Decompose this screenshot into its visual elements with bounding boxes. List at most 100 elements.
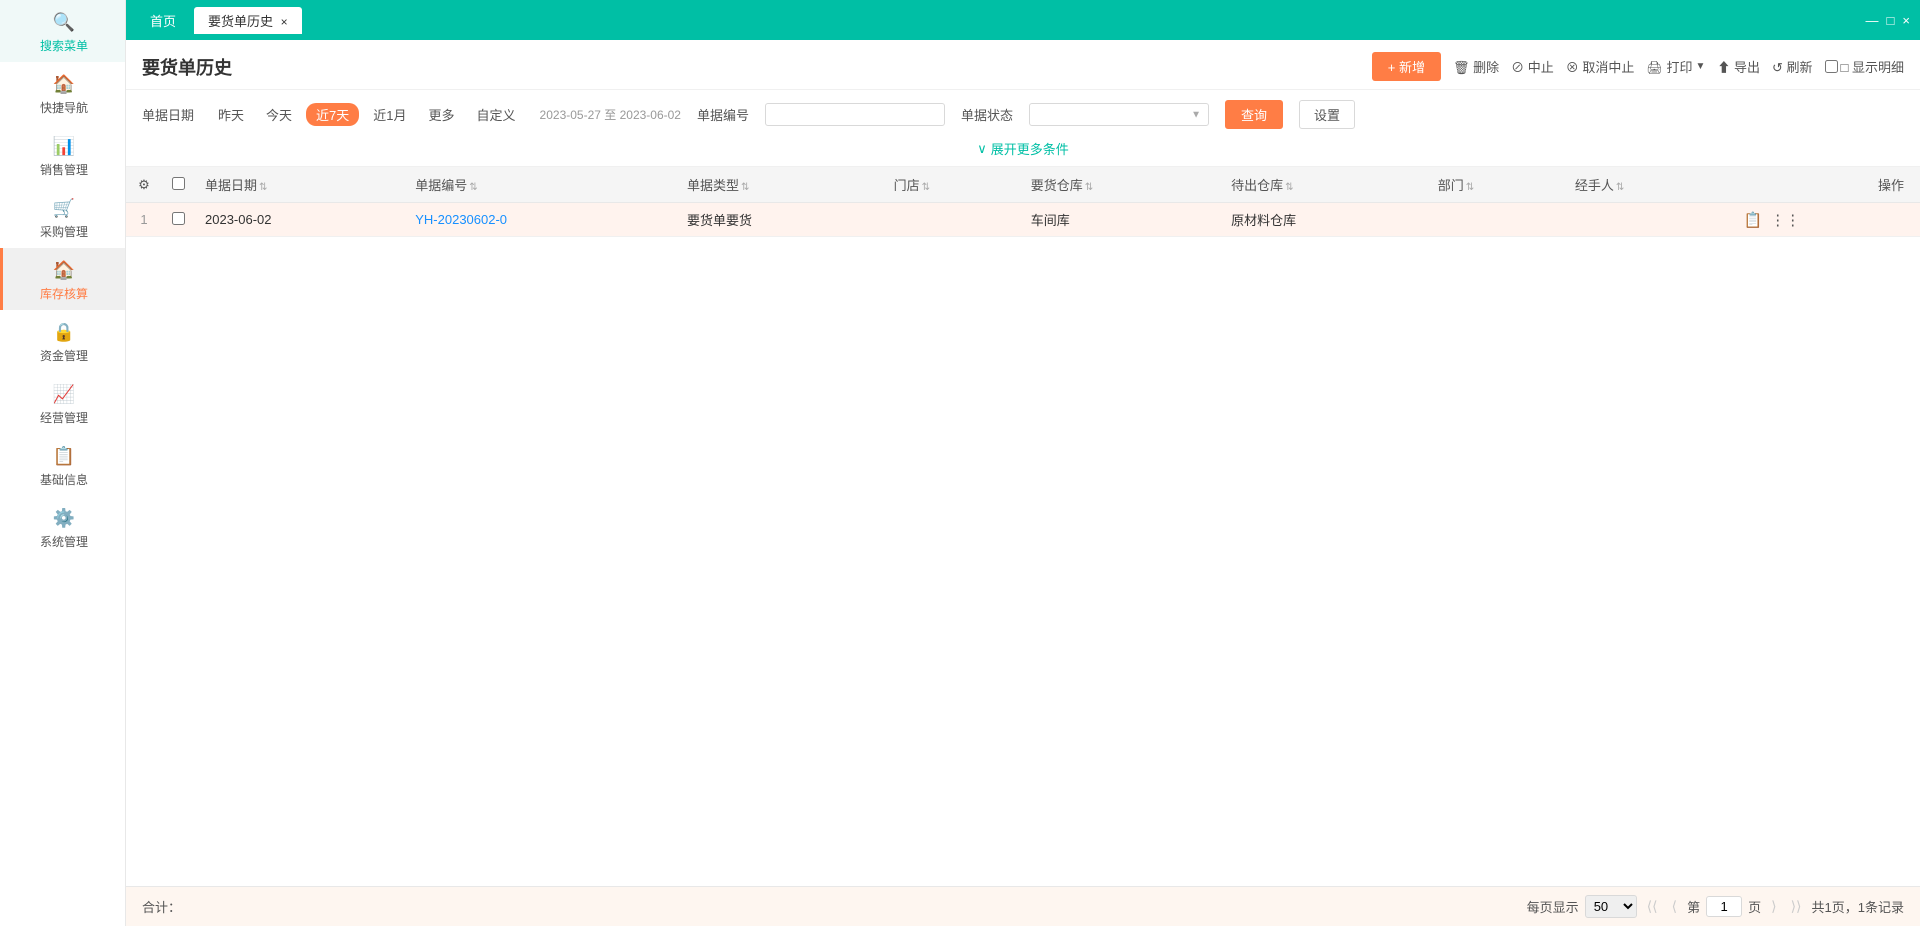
sidebar-item-quick-nav[interactable]: 🏠 快捷导航 [0,62,125,124]
sidebar-item-inventory-calc[interactable]: 🏠 库存核算 [0,248,125,310]
date-btn-custom[interactable]: 自定义 [469,103,524,126]
content-area: 要货单历史 + 新增 🗑 删除 ⊘ 中止 ⊗ 取消中止 🖨 打印 ▼ ⬆ 导出 … [126,40,1920,926]
prev-page-button[interactable]: ⟨ [1668,896,1681,917]
page-suffix: 页 [1748,897,1761,916]
sidebar-item-label: 基础信息 [40,471,88,488]
topbar: 首页 要货单历史 × — □ × [126,0,1920,40]
main-area: 首页 要货单历史 × — □ × 要货单历史 + 新增 🗑 删除 ⊘ 中止 ⊗ … [126,0,1920,926]
date-filter-buttons: 昨天 今天 近7天 近1月 更多 自定义 [210,103,524,126]
expand-more-button[interactable]: ∨ 展开更多条件 [142,139,1904,158]
doc-num-input[interactable] [765,103,945,126]
sidebar-item-search-menu[interactable]: 🔍 搜索菜单 [0,0,125,62]
next-page-button[interactable]: ⟩ [1767,896,1780,917]
total-info: 共1页，1条记录 [1812,897,1904,916]
per-page-label: 每页显示 [1527,897,1579,916]
date-btn-more[interactable]: 更多 [421,103,463,126]
date-range-display: 2023-05-27 至 2023-06-02 [540,106,681,123]
new-button[interactable]: + 新增 [1372,52,1441,81]
search-menu-icon: 🔍 [53,12,75,33]
sidebar-item-purchase-mgmt[interactable]: 🛒 采购管理 [0,186,125,248]
col-pending-warehouse[interactable]: 待出仓库⇅ [1221,167,1428,203]
doc-num-link[interactable]: YH-20230602-0 [415,212,507,227]
print-button[interactable]: 🖨 打印 ▼ [1646,57,1705,76]
date-filter-label: 单据日期 [142,105,194,124]
sort-pending-warehouse-icon: ⇅ [1285,182,1293,193]
cancel-stop-button[interactable]: ⊗ 取消中止 [1566,57,1635,76]
date-btn-yesterday[interactable]: 昨天 [210,103,252,126]
col-req-warehouse[interactable]: 要货仓库⇅ [1021,167,1221,203]
funds-mgmt-icon: 🔒 [53,322,75,343]
more-icon[interactable]: ⋮⋮ [1770,211,1800,229]
first-page-button[interactable]: ⟨⟨ [1643,896,1662,917]
row-checkbox[interactable] [172,212,185,225]
sort-handler-icon: ⇅ [1616,182,1624,193]
table-row: 1 2023-06-02 YH-20230602-0 要货单要货 车间库 原材料… [126,203,1920,237]
sidebar: 🔍 搜索菜单 🏠 快捷导航 📊 销售管理 🛒 采购管理 🏠 库存核算 🔒 资金管… [0,0,126,926]
col-department[interactable]: 部门⇅ [1428,167,1565,203]
sidebar-item-label: 销售管理 [40,161,88,178]
date-btn-7days[interactable]: 近7天 [306,103,359,126]
sidebar-item-sales-mgmt[interactable]: 📊 销售管理 [0,124,125,186]
refresh-button[interactable]: ↺ 刷新 [1772,57,1813,76]
col-handler[interactable]: 经手人⇅ [1565,167,1734,203]
expand-icon: ∨ [977,141,987,157]
data-table: ⚙ 单据日期⇅ 单据编号⇅ 单据类型⇅ [126,167,1920,237]
col-doc-type[interactable]: 单据类型⇅ [677,167,884,203]
table-footer: 合计： 每页显示 10 20 50 100 ⟨⟨ ⟨ 第 页 ⟩ ⟩⟩ 共1页，… [126,886,1920,926]
col-checkbox [162,167,195,203]
table-body: 1 2023-06-02 YH-20230602-0 要货单要货 车间库 原材料… [126,203,1920,237]
sort-store-icon: ⇅ [922,182,930,193]
row-handler [1565,203,1734,237]
maximize-icon[interactable]: □ [1887,13,1895,28]
sidebar-item-ops-mgmt[interactable]: 📈 经营管理 [0,372,125,434]
date-btn-today[interactable]: 今天 [258,103,300,126]
status-select[interactable] [1029,103,1209,126]
tab-home[interactable]: 首页 [136,7,190,34]
close-window-icon[interactable]: × [1902,13,1910,28]
display-cell-input[interactable] [1825,60,1838,73]
tab-active-label: 要货单历史 [208,14,273,29]
inventory-calc-icon: 🏠 [53,260,75,281]
date-btn-1month[interactable]: 近1月 [365,103,414,126]
quick-nav-icon: 🏠 [53,74,75,95]
sidebar-item-basic-info[interactable]: 📋 基础信息 [0,434,125,496]
col-store[interactable]: 门店⇅ [884,167,1021,203]
sidebar-item-sys-mgmt[interactable]: ⚙️ 系统管理 [0,496,125,558]
col-doc-num[interactable]: 单据编号⇅ [405,167,677,203]
settings-button[interactable]: 设置 [1299,100,1355,129]
page-input[interactable] [1706,896,1742,917]
sales-mgmt-icon: 📊 [53,136,75,157]
purchase-mgmt-icon: 🛒 [53,198,75,219]
export-button[interactable]: ⬆ 导出 [1717,57,1760,76]
col-doc-date[interactable]: 单据日期⇅ [195,167,405,203]
tab-close-icon[interactable]: × [281,15,288,29]
row-doc-type: 要货单要货 [677,203,884,237]
query-button[interactable]: 查询 [1225,100,1283,129]
filter-bar: 单据日期 昨天 今天 近7天 近1月 更多 自定义 2023-05-27 至 2… [126,90,1920,167]
sidebar-item-label: 采购管理 [40,223,88,240]
sidebar-item-funds-mgmt[interactable]: 🔒 资金管理 [0,310,125,372]
tab-home-label: 首页 [150,14,176,29]
select-all-checkbox[interactable] [172,177,185,190]
sort-req-warehouse-icon: ⇅ [1085,182,1093,193]
last-page-button[interactable]: ⟩⟩ [1787,896,1806,917]
toolbar: + 新增 🗑 删除 ⊘ 中止 ⊗ 取消中止 🖨 打印 ▼ ⬆ 导出 ↺ 刷新 □… [1372,52,1904,81]
edit-icon[interactable]: 📋 [1744,211,1763,229]
delete-button[interactable]: 🗑 删除 [1453,57,1499,76]
display-cell-checkbox[interactable]: □ 显示明细 [1825,57,1904,76]
display-cell-label-text: □ 显示明细 [1841,57,1904,76]
per-page-select[interactable]: 10 20 50 100 [1585,895,1637,918]
stop-button[interactable]: ⊘ 中止 [1511,57,1554,76]
sidebar-item-label: 经营管理 [40,409,88,426]
sort-doc-type-icon: ⇅ [741,182,749,193]
row-num: 1 [126,203,162,237]
minimize-icon[interactable]: — [1866,13,1879,28]
table-header: ⚙ 单据日期⇅ 单据编号⇅ 单据类型⇅ [126,167,1920,203]
tab-active[interactable]: 要货单历史 × [194,7,302,34]
page-header: 要货单历史 + 新增 🗑 删除 ⊘ 中止 ⊗ 取消中止 🖨 打印 ▼ ⬆ 导出 … [126,40,1920,90]
sidebar-item-label: 资金管理 [40,347,88,364]
sidebar-item-label: 系统管理 [40,533,88,550]
col-settings[interactable]: ⚙ [126,167,162,203]
sys-mgmt-icon: ⚙️ [53,508,75,529]
action-cell: 📋 ⋮⋮ [1744,211,1910,229]
